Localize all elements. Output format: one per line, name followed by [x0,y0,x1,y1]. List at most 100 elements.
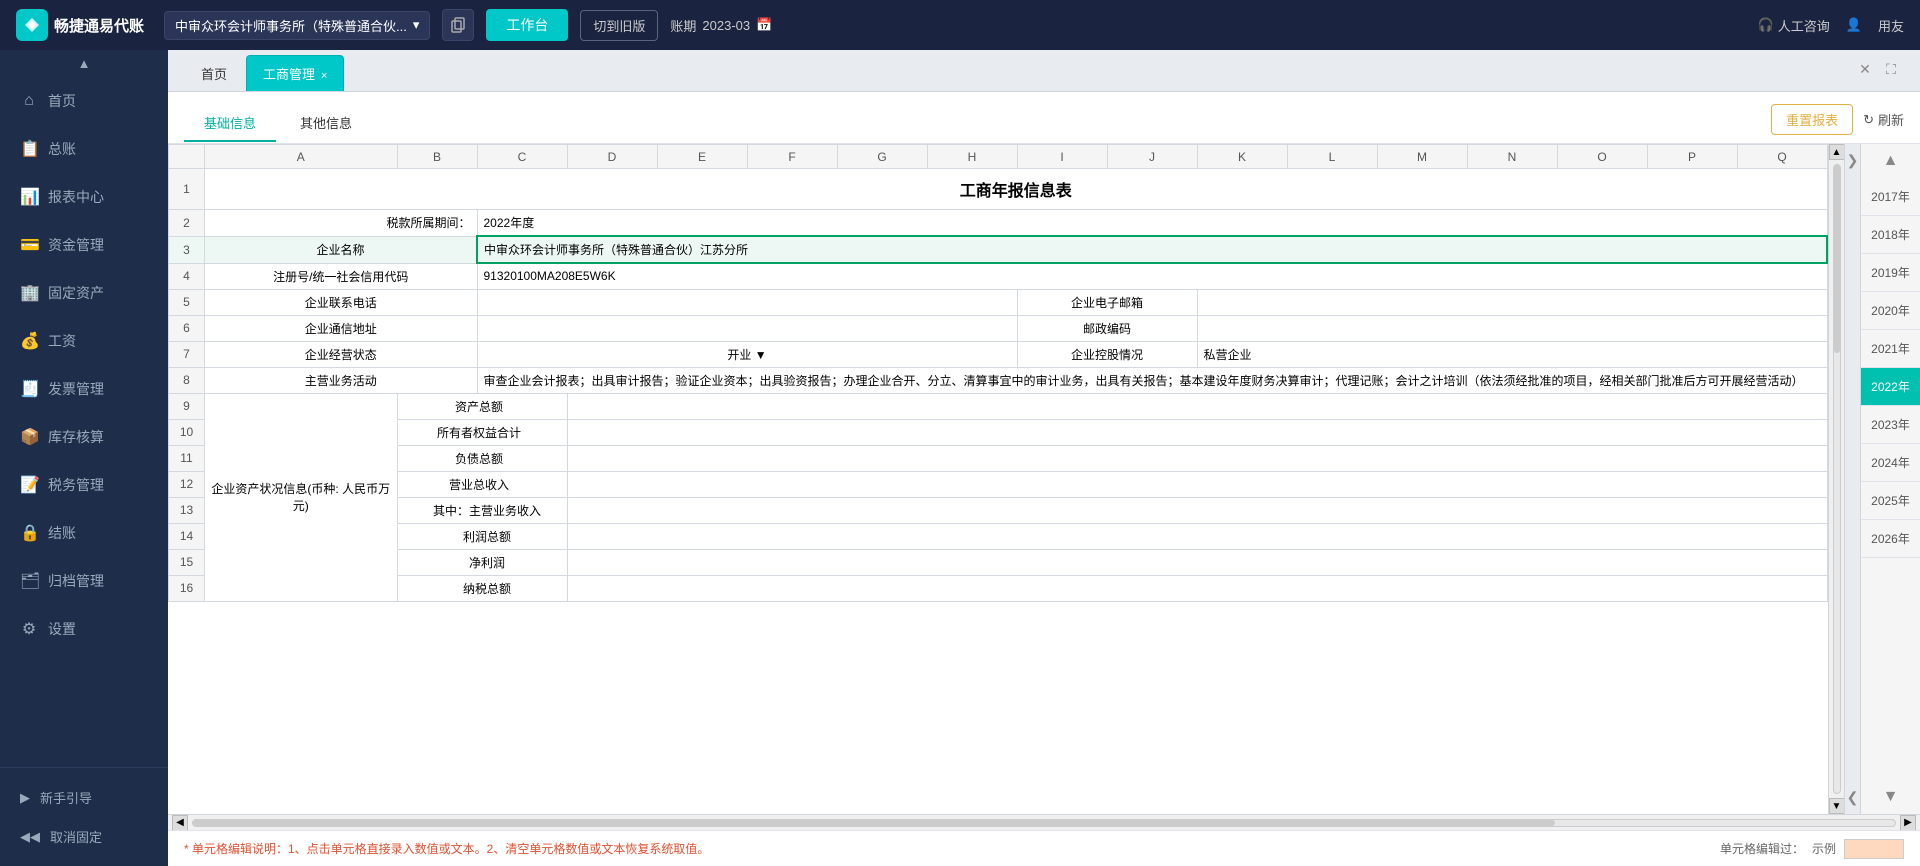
tax-period-label: 税款所属期间： [205,210,478,237]
content-area: 首页工商管理× 基础信息 其他信息 重置报表 ↻ 刷新 [168,50,1920,866]
horizontal-scrollbar[interactable]: ◀ ▶ [168,814,1920,830]
sidebar-item-asset[interactable]: 🏢固定资产 [0,269,168,317]
scroll-left-button[interactable]: ◀ [172,815,188,831]
row-num-6: 6 [169,315,205,341]
asset-value-15[interactable] [567,549,1827,575]
copy-button[interactable] [442,9,474,41]
user-name[interactable]: 用友 [1878,16,1904,35]
holding-value[interactable]: 私营企业 [1197,341,1827,367]
support-label: 人工咨询 [1778,16,1830,35]
phone-label: 企业联系电话 [205,289,478,315]
email-value[interactable] [1197,289,1827,315]
year-item-2021年[interactable]: 2021年 [1861,330,1920,368]
year-item-2024年[interactable]: 2024年 [1861,444,1920,482]
sidebar-bottom-unpin[interactable]: ◀◀取消固定 [0,817,168,856]
year-item-2026年[interactable]: 2026年 [1861,520,1920,558]
edited-label: 单元格编辑过： [1720,840,1804,857]
col-header-G: G [837,145,927,169]
col-header-N: N [1467,145,1557,169]
postal-label: 邮政编码 [1017,315,1197,341]
sub-tabs: 基础信息 其他信息 重置报表 ↻ 刷新 [168,92,1920,144]
biz-status-value[interactable]: 开业 ▼ [477,341,1017,367]
sidebar-item-invoice[interactable]: 🧾 发票管理 [0,365,168,413]
reset-report-button[interactable]: 重置报表 [1771,104,1853,135]
calendar-icon[interactable]: 📅 [756,17,772,33]
asset-label-15: 净利润 [397,549,567,575]
year-item-2020年[interactable]: 2020年 [1861,292,1920,330]
row-num-11: 11 [169,445,205,471]
asset-value-14[interactable] [567,523,1827,549]
asset-value-11[interactable] [567,445,1827,471]
postal-value[interactable] [1197,315,1827,341]
row-num-15: 15 [169,549,205,575]
spreadsheet-scroll[interactable]: ABCDEFGHIJKLMNOPQ1工商年报信息表2税款所属期间：2022年度3… [168,144,1828,814]
sidebar-item-closing[interactable]: 🔒结账 [0,509,168,557]
asset-value-12[interactable] [567,471,1827,497]
h-scroll-track[interactable] [192,819,1896,827]
sidebar-item-payroll[interactable]: 💰工资 [0,317,168,365]
maximize-window-button[interactable]: ⛶ [1880,58,1902,80]
scroll-track[interactable] [1833,164,1841,794]
col-header-rownum [169,145,205,169]
asset-status-group-label: 企业资产状况信息(币种: 人民币万元) [205,393,398,601]
row-num-8: 8 [169,367,205,393]
asset-value-16[interactable] [567,575,1827,601]
phone-value[interactable] [477,289,1017,315]
workbench-button[interactable]: 工作台 [486,9,568,41]
sub-tab-other[interactable]: 其他信息 [280,105,372,142]
sidebar-icon-invoice: 🧾 [20,379,38,399]
col-header-Q: Q [1737,145,1827,169]
sidebar-label-settings: 设置 [48,619,76,639]
year-item-2019年[interactable]: 2019年 [1861,254,1920,292]
year-scroll-up[interactable]: ▲ [1861,144,1920,178]
user-avatar: 👤 [1846,17,1862,33]
sidebar-item-tax[interactable]: 📝税务管理 [0,461,168,509]
asset-label-9: 资产总额 [397,393,567,419]
sidebar-icon-settings: ⚙ [20,619,38,639]
sidebar-item-archive[interactable]: 🗂归档管理 [0,557,168,605]
asset-value-9[interactable] [567,393,1827,419]
year-scroll-down[interactable]: ▼ [1861,780,1920,814]
support-button[interactable]: 🎧 人工咨询 [1758,16,1830,35]
sidebar-item-finance[interactable]: 💳资金管理 [0,221,168,269]
col-header-K: K [1197,145,1287,169]
sidebar-item-inventory[interactable]: 📦库存核算 [0,413,168,461]
scroll-right-button[interactable]: ▶ [1900,815,1916,831]
sidebar-icon-inventory: 📦 [20,427,38,447]
address-value[interactable] [477,315,1017,341]
company-selector[interactable]: 中审众环会计师事务所（特殊普通合伙... ▾ [164,11,430,40]
company-dropdown-icon: ▾ [413,17,420,33]
sidebar-item-settings[interactable]: ⚙ 设置 [0,605,168,653]
tab-home[interactable]: 首页 [184,55,244,91]
row-num-12: 12 [169,471,205,497]
col-header-H: H [927,145,1017,169]
row-num-10: 10 [169,419,205,445]
main-biz-value[interactable]: 审查企业会计报表；出具审计报告；验证企业资本；出具验资报告；办理企业合开、分立、… [477,367,1827,393]
sidebar-item-report[interactable]: 📊报表中心 [0,173,168,221]
sidebar-label-invoice: 发票管理 [48,379,104,399]
refresh-button[interactable]: ↻ 刷新 [1863,110,1904,129]
switch-version-button[interactable]: 切到旧版 [580,10,658,41]
close-window-button[interactable]: ✕ [1854,58,1876,80]
vertical-scrollbar[interactable]: ▲ ▼ [1828,144,1844,814]
sidebar-scroll-up[interactable]: ▲ [0,50,168,77]
year-item-2017年[interactable]: 2017年 [1861,178,1920,216]
sub-tab-label-other: 其他信息 [300,116,352,131]
asset-value-10[interactable] [567,419,1827,445]
company-name-value[interactable]: 中审众环会计师事务所（特殊普通合伙）江苏分所 [477,236,1827,263]
year-item-2025年[interactable]: 2025年 [1861,482,1920,520]
tab-bizreg[interactable]: 工商管理× [246,55,344,91]
sidebar-bottom-guide[interactable]: ▶新手引导 [0,778,168,817]
year-item-2023年[interactable]: 2023年 [1861,406,1920,444]
tab-close-bizreg[interactable]: × [321,70,327,82]
sub-tab-basic[interactable]: 基础信息 [184,105,276,142]
bottom-label-unpin: 取消固定 [50,827,102,846]
company-name-label: 企业名称 [205,236,478,263]
sidebar-label-tax: 税务管理 [48,475,104,495]
sidebar-item-home[interactable]: ⌂首页 [0,77,168,125]
sidebar-icon-ledger: 📋 [20,139,38,159]
year-item-2018年[interactable]: 2018年 [1861,216,1920,254]
asset-value-13[interactable] [567,497,1827,523]
year-item-2022年[interactable]: 2022年 [1861,368,1920,406]
sidebar-item-ledger[interactable]: 📋总账 [0,125,168,173]
